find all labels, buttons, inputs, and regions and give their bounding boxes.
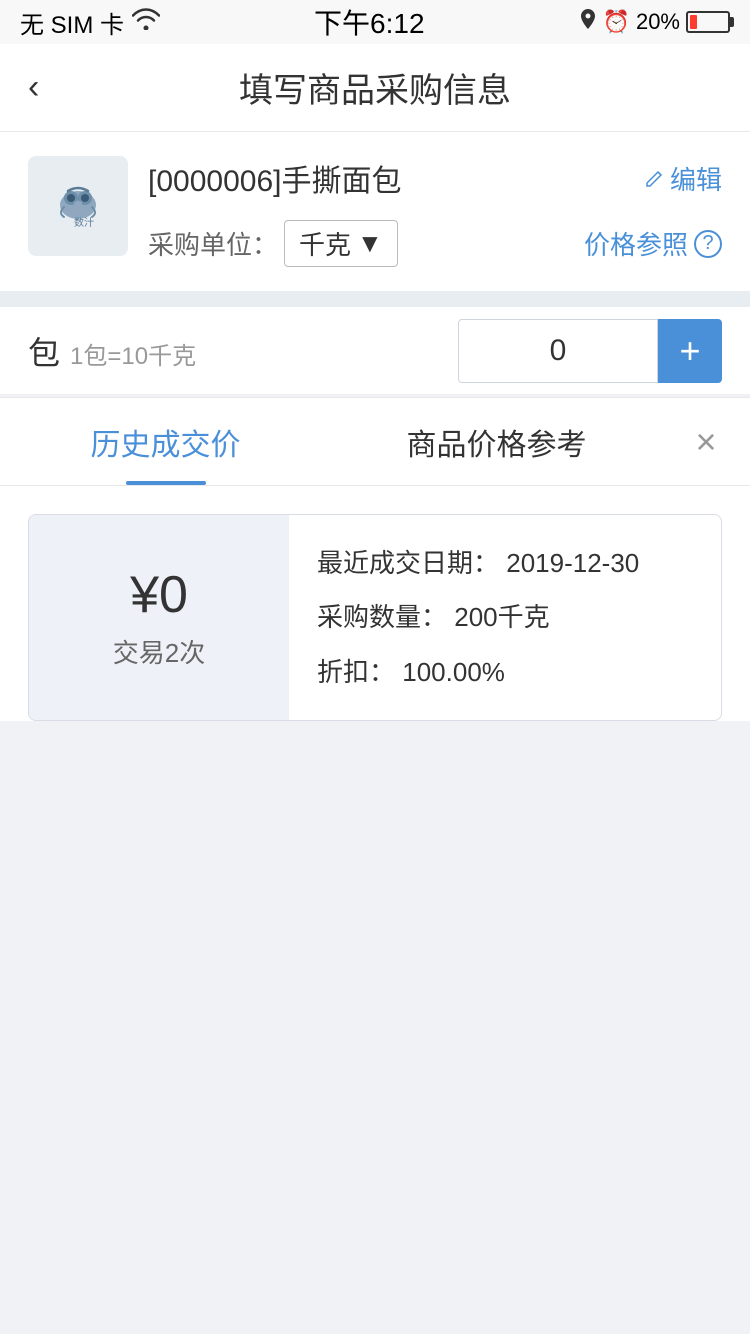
bottom-panel: 历史成交价 商品价格参考 × ¥0 交易2次 最近成交日期： 2019-12-3…: [0, 397, 750, 721]
history-card: ¥0 交易2次 最近成交日期： 2019-12-30 采购数量： 200千克 折…: [28, 514, 722, 721]
quantity-sub-label: 1包=10千克: [70, 336, 196, 371]
quantity-input[interactable]: 0: [458, 319, 658, 383]
unit-label: 采购单位：: [148, 225, 278, 262]
status-right: ⏰ 20%: [579, 8, 730, 36]
quantity-input-group: 0 +: [458, 319, 722, 383]
history-details-section: 最近成交日期： 2019-12-30 采购数量： 200千克 折扣： 100.0…: [289, 515, 721, 720]
product-header: [0000006]手撕面包 编辑: [148, 156, 722, 200]
wifi-icon: [132, 8, 160, 37]
info-icon: ?: [694, 230, 722, 258]
discount-row: 折扣： 100.00%: [317, 654, 693, 690]
panel-tabs: 历史成交价 商品价格参考 ×: [0, 398, 750, 486]
product-name: [0000006]手撕面包: [148, 156, 401, 200]
history-price-section: ¥0 交易2次: [29, 515, 289, 720]
price-ref-button[interactable]: 价格参照 ?: [584, 225, 722, 262]
dropdown-arrow-icon: ▼: [357, 228, 383, 259]
purchase-quantity-row: 采购数量： 200千克: [317, 599, 693, 635]
carrier-text: 无 SIM 卡: [20, 5, 124, 40]
back-button[interactable]: ‹: [28, 68, 39, 107]
product-info: [0000006]手撕面包 编辑 采购单位： 千克 ▼ 价格参照 ?: [148, 156, 722, 267]
quantity-unit-label: 包: [28, 328, 60, 374]
product-card: 数汁 [0000006]手撕面包 编辑 采购单位： 千克 ▼: [0, 132, 750, 291]
status-left: 无 SIM 卡: [20, 5, 160, 40]
page-background: [0, 749, 750, 1309]
history-price-value: ¥0: [130, 565, 188, 625]
svg-text:数汁: 数汁: [74, 216, 94, 229]
tab-history-price[interactable]: 历史成交价: [0, 398, 331, 485]
quantity-row: 包 1包=10千克 0 +: [0, 307, 750, 395]
location-icon: [579, 8, 597, 36]
edit-button[interactable]: 编辑: [644, 160, 722, 197]
unit-select[interactable]: 千克 ▼: [284, 220, 398, 267]
product-thumbnail-icon: 数汁: [48, 171, 108, 241]
product-image: 数汁: [28, 156, 128, 256]
section-divider: [0, 291, 750, 307]
status-bar: 无 SIM 卡 下午6:12 ⏰ 20%: [0, 0, 750, 44]
quantity-plus-button[interactable]: +: [658, 319, 722, 383]
quantity-label-group: 包 1包=10千克: [28, 328, 196, 374]
page-title: 填写商品采购信息: [239, 63, 511, 112]
panel-close-button[interactable]: ×: [662, 398, 750, 486]
history-trades-count: 交易2次: [113, 633, 205, 670]
battery-icon: [686, 11, 730, 33]
recent-date-row: 最近成交日期： 2019-12-30: [317, 545, 693, 581]
tab-price-reference[interactable]: 商品价格参考: [331, 398, 662, 485]
battery-percent: 20%: [636, 9, 680, 35]
alarm-icon: ⏰: [603, 9, 630, 35]
nav-bar: ‹ 填写商品采购信息: [0, 44, 750, 132]
status-time: 下午6:12: [314, 2, 425, 42]
unit-row: 采购单位： 千克 ▼ 价格参照 ?: [148, 220, 722, 267]
